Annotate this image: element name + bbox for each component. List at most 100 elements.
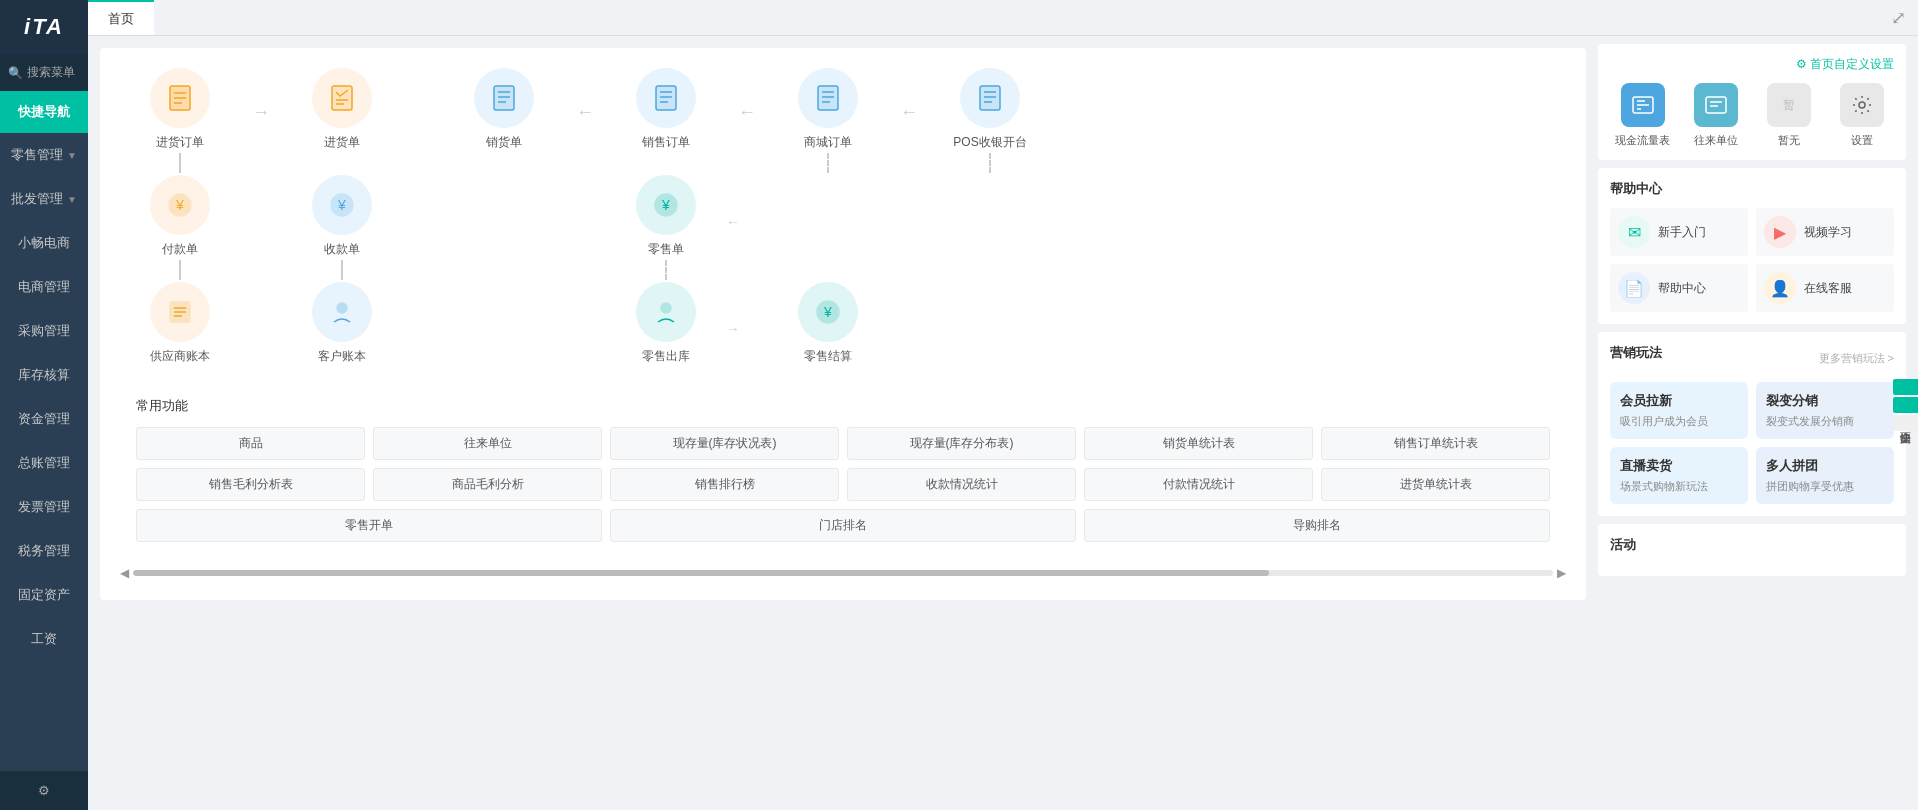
- qa-item-contacts[interactable]: 往来单位: [1683, 83, 1748, 148]
- sidebar-nav-active[interactable]: 快捷导航: [0, 91, 88, 133]
- sidebar-item-wholesale[interactable]: 批发管理 ▼: [0, 177, 88, 221]
- flow-label: POS收银开台: [953, 134, 1026, 151]
- sidebar-item-tax[interactable]: 税务管理: [0, 529, 88, 573]
- marketing-item-fission[interactable]: 裂变分销 裂变式发展分销商: [1756, 382, 1894, 439]
- marketing-item-sub: 拼团购物享受优惠: [1766, 479, 1884, 494]
- logo-text: iTA: [24, 14, 64, 40]
- qa-item-cashflow[interactable]: 现金流量表: [1610, 83, 1675, 148]
- flow-label: 零售单: [648, 241, 684, 258]
- help-icon-newbie: ✉: [1618, 216, 1650, 248]
- func-btn-store-rank[interactable]: 门店排名: [610, 509, 1076, 542]
- flow-node-customer-ledger[interactable]: 客户账本: [282, 282, 402, 365]
- scroll-thumb: [133, 570, 1269, 576]
- sidebar-settings[interactable]: ⚙: [0, 771, 88, 810]
- flow-node-purchase-order[interactable]: 进货订单: [120, 68, 240, 151]
- more-link[interactable]: 更多营销玩法 >: [1819, 351, 1894, 366]
- func-btn-order-stat[interactable]: 销售订单统计表: [1321, 427, 1550, 460]
- arrow-2: ←: [564, 102, 606, 151]
- tabbar: 首页 ⤢: [88, 0, 1918, 36]
- help-item-video[interactable]: ▶ 视频学习: [1756, 208, 1894, 256]
- scroll-right-btn[interactable]: ▶: [1557, 566, 1566, 580]
- func-btn-stock2[interactable]: 现存量(库存分布表): [847, 427, 1076, 460]
- qa-item-label: 设置: [1851, 133, 1873, 148]
- float-btn-community[interactable]: 服务社区: [1893, 397, 1918, 413]
- flow-icon-receipt: ¥: [312, 175, 372, 235]
- func-grid-row2: 销售毛利分析表 商品毛利分析 销售排行榜 收款情况统计 付款情况统计 进货单统计…: [136, 468, 1550, 501]
- help-item-service[interactable]: 👤 在线客服: [1756, 264, 1894, 312]
- svg-rect-14: [656, 86, 676, 110]
- func-btn-rank[interactable]: 销售排行榜: [610, 468, 839, 501]
- flow-node-receipt[interactable]: ¥ 收款单: [282, 175, 402, 258]
- func-btn-goods[interactable]: 商品: [136, 427, 365, 460]
- chevron-icon: ▼: [67, 150, 77, 161]
- sidebar-item-invoice[interactable]: 发票管理: [0, 485, 88, 529]
- sidebar-item-ecommerce[interactable]: 小畅电商: [0, 221, 88, 265]
- marketing-item-group[interactable]: 多人拼团 拼团购物享受优惠: [1756, 447, 1894, 504]
- sidebar: iTA 🔍 搜索菜单 快捷导航 零售管理 ▼ 批发管理 ▼ 小畅电商 电商管理 …: [0, 0, 88, 810]
- sidebar-item-purchase[interactable]: 采购管理: [0, 309, 88, 353]
- flow-label: 销售订单: [642, 134, 690, 151]
- flow-node-supplier-ledger[interactable]: 供应商账本: [120, 282, 240, 365]
- tab-home[interactable]: 首页: [88, 0, 154, 35]
- sidebar-item-retail[interactable]: 零售管理 ▼: [0, 133, 88, 177]
- func-btn-purchase-stat[interactable]: 进货单统计表: [1321, 468, 1550, 501]
- help-icon-service: 👤: [1764, 272, 1796, 304]
- flow-node-pos[interactable]: POS收银开台: [930, 68, 1050, 151]
- scrollbar: ◀ ▶: [120, 566, 1566, 580]
- activity-card: 活动: [1598, 524, 1906, 576]
- scroll-left-btn[interactable]: ◀: [120, 566, 129, 580]
- qa-settings[interactable]: ⚙ 首页自定义设置: [1610, 56, 1894, 73]
- help-title: 帮助中心: [1610, 180, 1894, 198]
- arrow-1: →: [240, 102, 282, 151]
- float-btn-desktop[interactable]: 桌面快捷: [1893, 415, 1918, 431]
- func-btn-sales-stat[interactable]: 销货单统计表: [1084, 427, 1313, 460]
- marketing-item-live[interactable]: 直播卖货 场景式购物新玩法: [1610, 447, 1748, 504]
- help-item-help[interactable]: 📄 帮助中心: [1610, 264, 1748, 312]
- func-btn-retail-order[interactable]: 零售开单: [136, 509, 602, 542]
- svg-rect-19: [818, 86, 838, 110]
- qa-icon-cashflow: [1621, 83, 1665, 127]
- flow-icon-purchase: [312, 68, 372, 128]
- func-btn-stock1[interactable]: 现存量(库存状况表): [610, 427, 839, 460]
- func-grid-row1: 商品 往来单位 现存量(库存状况表) 现存量(库存分布表) 销货单统计表 销售订…: [136, 427, 1550, 460]
- flow-node-retail-out[interactable]: 零售出库: [606, 282, 726, 365]
- sidebar-label: 批发管理: [11, 190, 63, 208]
- sidebar-label: 库存核算: [18, 366, 70, 384]
- sidebar-item-ledger[interactable]: 总账管理: [0, 441, 88, 485]
- expand-button[interactable]: ⤢: [1891, 7, 1918, 29]
- func-btn-payment-stat[interactable]: 付款情况统计: [1084, 468, 1313, 501]
- func-btn-sales-profit[interactable]: 销售毛利分析表: [136, 468, 365, 501]
- flow-node-mall-order[interactable]: 商城订单: [768, 68, 888, 151]
- float-btn-service[interactable]: 客服热线: [1893, 379, 1918, 395]
- svg-point-39: [337, 303, 347, 313]
- sidebar-search[interactable]: 🔍 搜索菜单: [0, 54, 88, 91]
- marketing-item-member[interactable]: 会员拉新 吸引用户成为会员: [1610, 382, 1748, 439]
- flow-node-retail[interactable]: ¥ 零售单: [606, 175, 726, 258]
- qa-grid: 现金流量表 往来单位 暂 暂无: [1610, 83, 1894, 148]
- flow-node-payment[interactable]: ¥ 付款单: [120, 175, 240, 258]
- common-func-title: 常用功能: [136, 397, 1550, 415]
- sidebar-item-assets[interactable]: 固定资产: [0, 573, 88, 617]
- flow-node-purchase[interactable]: 进货单: [282, 68, 402, 151]
- func-btn-guide-rank[interactable]: 导购排名: [1084, 509, 1550, 542]
- arrow-4: ←: [888, 102, 930, 151]
- func-btn-goods-profit[interactable]: 商品毛利分析: [373, 468, 602, 501]
- qa-item-settings[interactable]: 设置: [1829, 83, 1894, 148]
- flow-node-sales-order[interactable]: 销售订单: [606, 68, 726, 151]
- sidebar-item-salary[interactable]: 工资: [0, 617, 88, 661]
- help-grid: ✉ 新手入门 ▶ 视频学习 📄 帮助中心 👤 在线客服: [1610, 208, 1894, 312]
- sidebar-item-inventory[interactable]: 库存核算: [0, 353, 88, 397]
- func-btn-receipt-stat[interactable]: 收款情况统计: [847, 468, 1076, 501]
- flow-node-sales[interactable]: 销货单: [444, 68, 564, 151]
- flow-icon-purchase-order: [150, 68, 210, 128]
- sidebar-item-ecommerce-mgmt[interactable]: 电商管理: [0, 265, 88, 309]
- help-item-newbie[interactable]: ✉ 新手入门: [1610, 208, 1748, 256]
- marketing-item-title: 多人拼团: [1766, 457, 1884, 475]
- flow-node-retail-settle[interactable]: ¥ 零售结算: [768, 282, 888, 365]
- right-panel: ⚙ 首页自定义设置 现金流量表 往来单位: [1598, 36, 1918, 810]
- content-area: 进货订单 → 进货单: [88, 36, 1918, 810]
- scroll-track: [133, 570, 1553, 576]
- marketing-item-title: 直播卖货: [1620, 457, 1738, 475]
- sidebar-item-finance[interactable]: 资金管理: [0, 397, 88, 441]
- func-btn-contacts[interactable]: 往来单位: [373, 427, 602, 460]
